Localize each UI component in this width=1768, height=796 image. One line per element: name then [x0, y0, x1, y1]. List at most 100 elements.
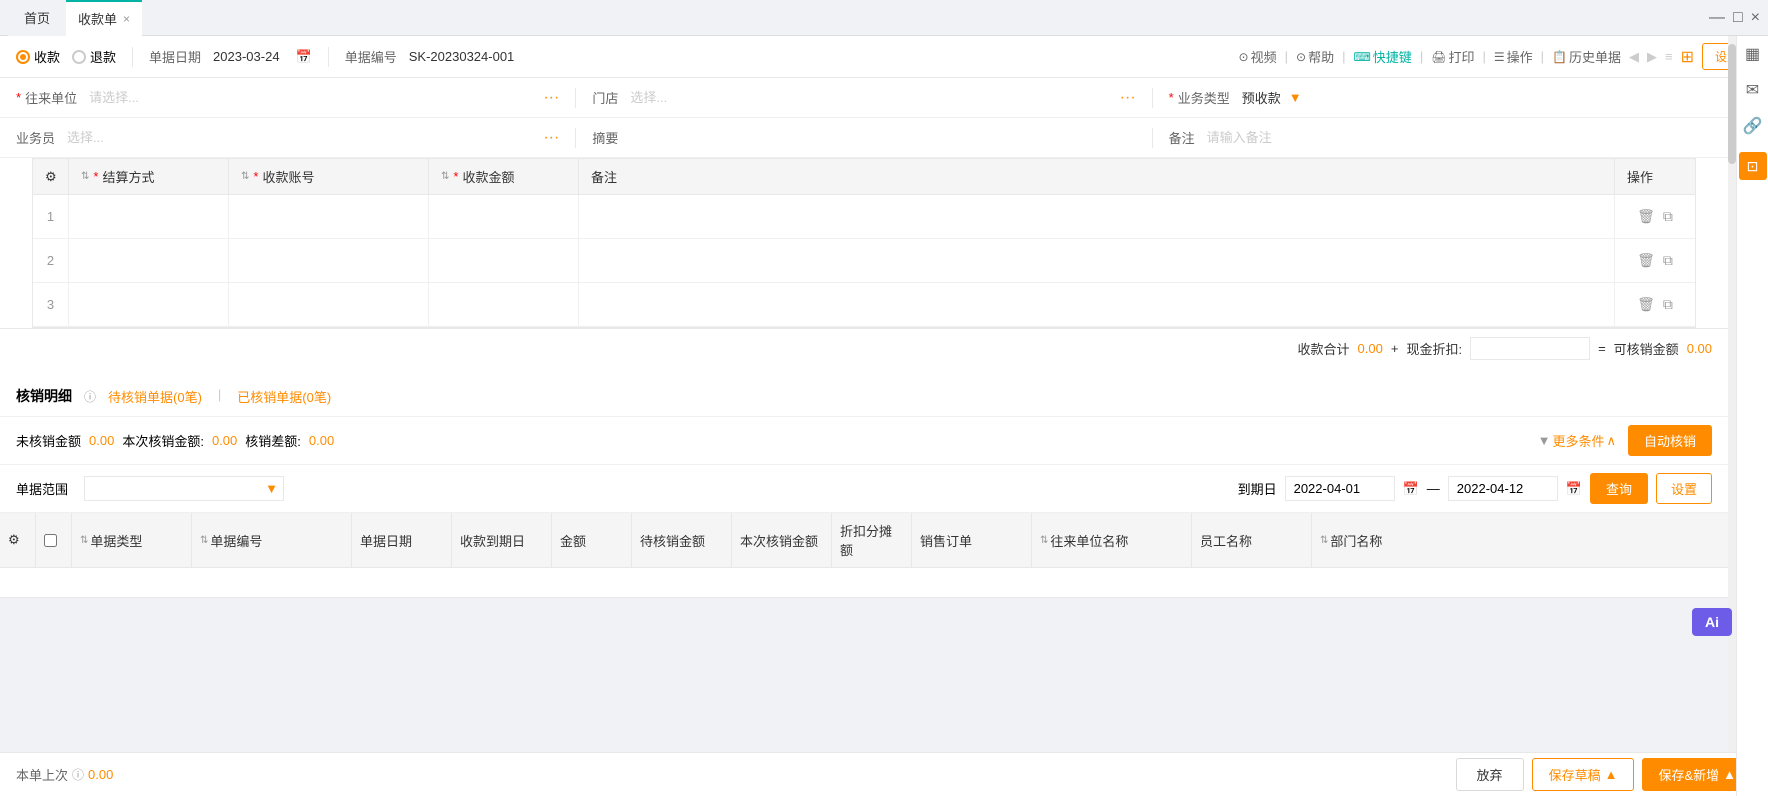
row-copy-icon-2[interactable]: ⧉ [1663, 252, 1673, 269]
ai-badge[interactable]: Ai [1692, 608, 1732, 636]
summary-field: 摘要 [592, 126, 1135, 149]
row-actions-3: 🗑 ⧉ [1615, 283, 1695, 326]
window-min-button[interactable]: — [1709, 9, 1725, 27]
range-dropdown-icon[interactable]: ▼ [265, 481, 278, 496]
verification-info-icon[interactable]: ⓘ [84, 388, 96, 405]
row-settlement-2[interactable] [69, 239, 229, 282]
note-field: 备注 [1169, 126, 1712, 149]
plus-sign: + [1391, 341, 1399, 356]
scrollbar-thumb[interactable] [1728, 44, 1736, 164]
pending-tab[interactable]: 待核销单据(0笔) [108, 387, 202, 406]
note-input[interactable] [1199, 126, 1712, 149]
row-delete-icon-1[interactable]: 🗑 [1637, 208, 1655, 225]
bth-gear-icon[interactable]: ⚙ [8, 532, 20, 548]
th-settings[interactable]: ⚙ [33, 159, 69, 194]
radio-receipt-dot [16, 50, 30, 64]
verification-stats-row: 未核销金额 0.00 本次核销金额: 0.00 核销差额: 0.00 ▼ 更多条… [0, 417, 1728, 465]
range-input[interactable] [84, 476, 284, 501]
settings-gear-icon[interactable]: ⚙ [45, 169, 57, 185]
tab-close-icon[interactable]: × [123, 12, 130, 26]
scrollbar[interactable] [1728, 36, 1736, 752]
help-link[interactable]: ⊙ 帮助 [1296, 47, 1334, 66]
net-label: 可核销金额 [1614, 339, 1679, 358]
save-draft-button[interactable]: 保存草稿 ▲ [1532, 758, 1635, 791]
window-max-button[interactable]: □ [1733, 9, 1743, 27]
tab-bar-right: — □ × [1709, 9, 1760, 27]
table-row: 3 🗑 ⧉ [33, 283, 1695, 327]
unverified-value: 0.00 [89, 433, 114, 448]
footer-buttons: 放弃 保存草稿 ▲ 保存&新增 ▲ [1456, 758, 1752, 791]
row-delete-icon-2[interactable]: 🗑 [1637, 252, 1655, 269]
verify-settings-button[interactable]: 设置 [1656, 473, 1712, 504]
row-settlement-1[interactable] [69, 195, 229, 238]
date-from-input[interactable] [1285, 476, 1395, 501]
save-draft-arrow-icon[interactable]: ▲ [1605, 767, 1618, 782]
footer-info: 本单上次 ⓘ 0.00 [16, 765, 113, 784]
bth-checkbox[interactable] [36, 513, 72, 567]
bth-due-date: 收款到期日 [452, 513, 552, 567]
row-copy-icon-3[interactable]: ⧉ [1663, 296, 1673, 313]
row-account-3[interactable] [229, 283, 429, 326]
row-amount-3[interactable] [429, 283, 579, 326]
calendar-icon[interactable]: 📅 [296, 49, 312, 65]
staff-input[interactable] [59, 126, 535, 149]
summary-input[interactable] [622, 126, 1135, 149]
radio-receipt[interactable]: 收款 [16, 47, 60, 66]
window-close-button[interactable]: × [1751, 9, 1760, 27]
sort-icon-amount: ⇅ [441, 171, 449, 182]
calendar-from-icon[interactable]: 📅 [1403, 481, 1419, 497]
sidebar-screenshot-icon[interactable]: ⊡ [1739, 152, 1767, 180]
th-action: 操作 [1615, 159, 1695, 194]
business-type-value: 预收款 [1242, 88, 1281, 107]
business-type-dropdown-icon[interactable]: ▼ [1289, 90, 1302, 105]
tab-receipt[interactable]: 收款单 × [66, 0, 142, 36]
sidebar-link-icon[interactable]: 🔗 [1743, 116, 1763, 136]
more-conditions-btn[interactable]: ▼ 更多条件 ∧ [1538, 431, 1616, 450]
bth-sales-order: 销售订单 [912, 513, 1032, 567]
row-account-2[interactable] [229, 239, 429, 282]
staff-more-icon[interactable]: ··· [543, 129, 559, 147]
store-input[interactable] [622, 86, 1111, 109]
from-unit-more-icon[interactable]: ··· [543, 89, 559, 107]
business-type-field: * 业务类型 预收款 ▼ [1169, 88, 1712, 107]
date-to-input[interactable] [1448, 476, 1558, 501]
done-tab[interactable]: 已核销单据(0笔) [237, 387, 331, 406]
radio-refund[interactable]: 退款 [72, 47, 116, 66]
save-new-arrow-icon[interactable]: ▲ [1723, 767, 1736, 782]
verify-diff-value: 0.00 [309, 433, 334, 448]
tab-home[interactable]: 首页 [8, 0, 66, 36]
row-delete-icon-3[interactable]: 🗑 [1637, 296, 1655, 313]
row-note-3[interactable] [579, 283, 1615, 326]
date-range-separator: — [1427, 481, 1440, 496]
row-copy-icon-1[interactable]: ⧉ [1663, 208, 1673, 225]
row-amount-1[interactable] [429, 195, 579, 238]
select-all-checkbox[interactable] [44, 534, 57, 547]
sidebar-email-icon[interactable]: ✉ [1746, 80, 1759, 100]
row-note-2[interactable] [579, 239, 1615, 282]
sidebar-table-icon[interactable]: ▦ [1745, 44, 1760, 64]
calendar-to-icon[interactable]: 📅 [1566, 481, 1582, 497]
print-link[interactable]: 🖨 打印 [1431, 47, 1474, 66]
form-row-2: 业务员 ··· 摘要 备注 [0, 118, 1728, 158]
row-note-1[interactable] [579, 195, 1615, 238]
operation-link[interactable]: ☰ 操作 [1494, 47, 1533, 66]
row-account-1[interactable] [229, 195, 429, 238]
abandon-button[interactable]: 放弃 [1456, 758, 1524, 791]
bth-doc-type: ⇅ 单据类型 [72, 513, 192, 567]
auto-verify-button[interactable]: 自动核销 [1628, 425, 1712, 456]
video-link[interactable]: ⊙ 视频 [1239, 47, 1277, 66]
history-link[interactable]: 📋 历史单据 [1552, 47, 1621, 66]
from-unit-input[interactable] [81, 86, 535, 109]
bth-dept-name: ⇅ 部门名称 [1312, 513, 1432, 567]
grid-icon[interactable]: ⊞ [1681, 47, 1694, 67]
right-sidebar: ▦ ✉ 🔗 ⊡ [1736, 36, 1768, 796]
total-label: 收款合计 [1298, 339, 1350, 358]
row-amount-2[interactable] [429, 239, 579, 282]
bth-settings[interactable]: ⚙ [0, 513, 36, 567]
store-more-icon[interactable]: ··· [1120, 89, 1136, 107]
shortcut-link[interactable]: ⌨ 快捷键 [1353, 47, 1411, 66]
query-button[interactable]: 查询 [1590, 473, 1648, 504]
discount-input[interactable] [1470, 337, 1590, 360]
footer-info-icon[interactable]: ⓘ [72, 766, 84, 783]
row-settlement-3[interactable] [69, 283, 229, 326]
